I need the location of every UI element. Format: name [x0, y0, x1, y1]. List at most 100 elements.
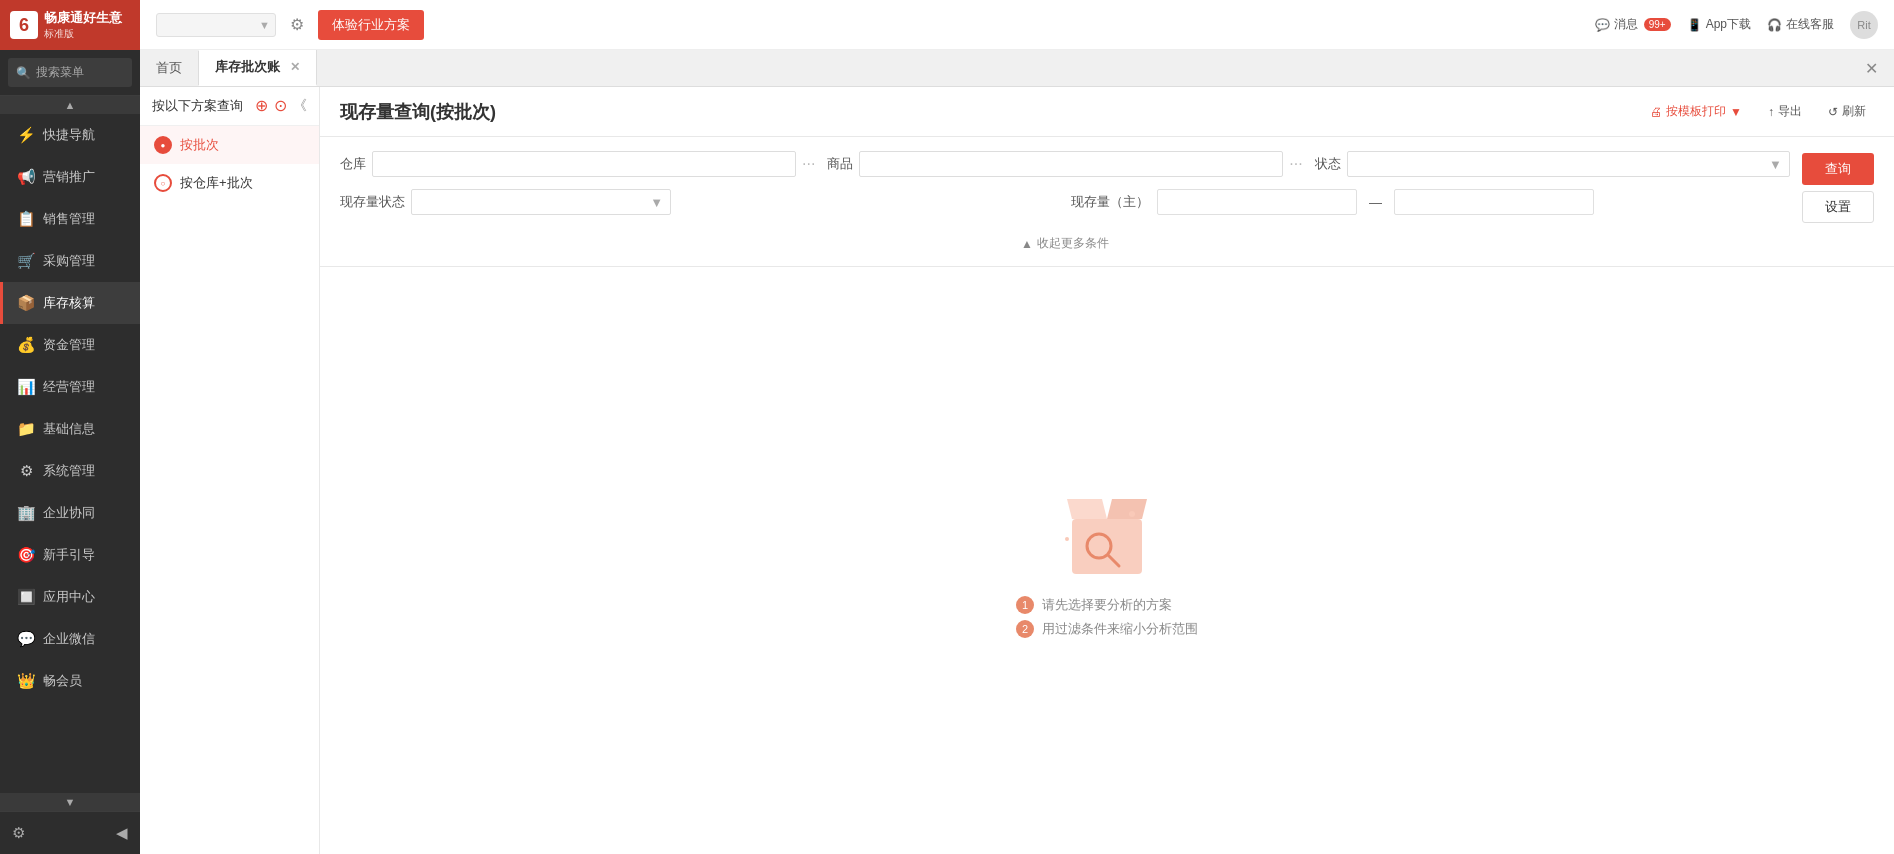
- tab-close-icon[interactable]: ✕: [290, 60, 300, 74]
- inventory-qty-max-input[interactable]: [1394, 189, 1594, 215]
- online-support-label: 在线客服: [1786, 16, 1834, 33]
- sidebar-item-basic[interactable]: 📁 基础信息: [0, 408, 140, 450]
- page-header-actions: 🖨 按模板打印 ▼ ↑ 导出 ↺ 刷新: [1642, 99, 1874, 124]
- gear-icon: ⚙: [290, 16, 304, 33]
- collapse-icon: ▲: [1021, 237, 1033, 251]
- filter-fields: 仓库 ··· 商品 ···: [340, 151, 1790, 252]
- sidebar-header: 6 畅康通好生意 标准版: [0, 0, 140, 50]
- tab-home[interactable]: 首页: [140, 51, 199, 85]
- product-dots[interactable]: ···: [1289, 155, 1302, 173]
- sidebar-item-newbie[interactable]: 🎯 新手引导: [0, 534, 140, 576]
- message-icon: 💬: [1595, 18, 1610, 32]
- step-1-num: 1: [1016, 596, 1034, 614]
- sidebar-collapse-button[interactable]: ◀: [112, 820, 132, 846]
- scheme-gear-icon: ⊙: [274, 97, 287, 114]
- scroll-down-button[interactable]: ▼: [0, 793, 140, 811]
- app-center-icon: 🔲: [17, 588, 35, 606]
- step-1-text: 请先选择要分析的方案: [1042, 596, 1172, 614]
- sidebar-item-enterprise[interactable]: 🏢 企业协同: [0, 492, 140, 534]
- enterprise-icon: 🏢: [17, 504, 35, 522]
- export-button[interactable]: ↑ 导出: [1760, 99, 1810, 124]
- sidebar-item-inventory[interactable]: 📦 库存核算: [0, 282, 140, 324]
- sidebar-item-sales[interactable]: 📋 销售管理: [0, 198, 140, 240]
- empty-illustration: [1047, 484, 1167, 584]
- sidebar-item-wechat[interactable]: 💬 企业微信: [0, 618, 140, 660]
- status-select[interactable]: [1347, 151, 1790, 177]
- scheme-settings-button[interactable]: ⊙: [274, 98, 287, 114]
- sidebar-item-member[interactable]: 👑 畅会员: [0, 660, 140, 702]
- tabs-close-button[interactable]: ✕: [1849, 59, 1894, 78]
- app-download-item[interactable]: 📱 App下载: [1687, 16, 1751, 33]
- refresh-button[interactable]: ↺ 刷新: [1820, 99, 1874, 124]
- trial-button[interactable]: 体验行业方案: [318, 10, 424, 40]
- tab-inventory-batch[interactable]: 库存批次账 ✕: [199, 50, 317, 86]
- sidebar-item-label: 快捷导航: [43, 126, 95, 144]
- topbar-search-input[interactable]: [156, 13, 276, 37]
- brand-title: 畅康通好生意: [44, 10, 122, 27]
- sidebar-item-label: 企业微信: [43, 630, 95, 648]
- marketing-icon: 📢: [17, 168, 35, 186]
- quick-nav-icon: ⚡: [17, 126, 35, 144]
- inventory-status-select-wrap: ▼: [411, 189, 671, 215]
- collapse-more-button[interactable]: ▲ 收起更多条件: [340, 227, 1790, 252]
- left-panel-actions: ⊕ ⊙ 《: [255, 97, 307, 115]
- top-bar: ▼ ⚙ 体验行业方案 💬 消息 99+ 📱 App下载 🎧 在线客服: [140, 0, 1894, 50]
- inventory-status-select[interactable]: [411, 189, 671, 215]
- brand-info: 畅康通好生意 标准版: [44, 10, 122, 40]
- status-field: 状态 ▼: [1315, 151, 1790, 177]
- filter-container: 仓库 ··· 商品 ···: [320, 137, 1894, 267]
- messages-item[interactable]: 💬 消息 99+: [1595, 16, 1671, 33]
- sidebar-item-quick-nav[interactable]: ⚡ 快捷导航: [0, 114, 140, 156]
- sidebar-item-finance[interactable]: 💰 资金管理: [0, 324, 140, 366]
- basic-icon: 📁: [17, 420, 35, 438]
- inventory-qty-min-input[interactable]: [1157, 189, 1357, 215]
- sidebar-item-purchase[interactable]: 🛒 采购管理: [0, 240, 140, 282]
- left-panel-header: 按以下方案查询 ⊕ ⊙ 《: [140, 87, 319, 126]
- product-input[interactable]: [859, 151, 1283, 177]
- scroll-up-button[interactable]: ▲: [0, 96, 140, 114]
- scheme-batch[interactable]: ● 按批次: [140, 126, 319, 164]
- sidebar-item-marketing[interactable]: 📢 营销推广: [0, 156, 140, 198]
- sidebar-item-label: 经营管理: [43, 378, 95, 396]
- sidebar-settings-button[interactable]: ⚙: [8, 820, 29, 846]
- scheme-warehouse-batch[interactable]: ○ 按仓库+批次: [140, 164, 319, 202]
- svg-point-6: [1065, 537, 1069, 541]
- warehouse-label: 仓库: [340, 155, 366, 173]
- content-area: 按以下方案查询 ⊕ ⊙ 《 ● 按批次 ○: [140, 87, 1894, 854]
- print-label: 按模板打印: [1666, 103, 1726, 120]
- user-avatar-item[interactable]: Rit: [1850, 11, 1878, 39]
- newbie-icon: 🎯: [17, 546, 35, 564]
- sidebar-item-label: 采购管理: [43, 252, 95, 270]
- avatar: Rit: [1850, 11, 1878, 39]
- warehouse-dots[interactable]: ···: [802, 155, 815, 173]
- product-ctrl: ···: [859, 151, 1302, 177]
- add-scheme-button[interactable]: ⊕: [255, 98, 268, 114]
- print-dropdown-icon: ▼: [1730, 105, 1742, 119]
- sidebar-item-label: 系统管理: [43, 462, 95, 480]
- empty-instructions: 1 请先选择要分析的方案 2 用过滤条件来缩小分析范围: [1016, 596, 1198, 638]
- filter-row-1: 仓库 ··· 商品 ···: [340, 151, 1790, 177]
- search-menu-button[interactable]: 🔍 搜索菜单: [8, 58, 132, 87]
- panel-collapse-button[interactable]: 《: [293, 97, 307, 115]
- inventory-status-label: 现存量状态: [340, 193, 405, 211]
- scheme-batch-label: 按批次: [180, 136, 219, 154]
- sidebar-item-label: 库存核算: [43, 294, 95, 312]
- online-support-item[interactable]: 🎧 在线客服: [1767, 16, 1834, 33]
- refresh-label: 刷新: [1842, 103, 1866, 120]
- print-button[interactable]: 🖨 按模板打印 ▼: [1642, 99, 1750, 124]
- left-panel-title: 按以下方案查询: [152, 97, 243, 115]
- warehouse-field: 仓库 ···: [340, 151, 815, 177]
- sidebar-item-app-center[interactable]: 🔲 应用中心: [0, 576, 140, 618]
- topbar-gear-button[interactable]: ⚙: [286, 11, 308, 38]
- left-panel: 按以下方案查询 ⊕ ⊙ 《 ● 按批次 ○: [140, 87, 320, 854]
- system-icon: ⚙: [17, 462, 35, 480]
- export-label: 导出: [1778, 103, 1802, 120]
- query-button[interactable]: 查询: [1802, 153, 1874, 185]
- app-download-label: App下载: [1706, 16, 1751, 33]
- sidebar-item-system[interactable]: ⚙ 系统管理: [0, 450, 140, 492]
- warehouse-input[interactable]: [372, 151, 796, 177]
- sidebar-item-label: 企业协同: [43, 504, 95, 522]
- export-icon: ↑: [1768, 105, 1774, 119]
- filter-settings-button[interactable]: 设置: [1802, 191, 1874, 223]
- sidebar-item-operation[interactable]: 📊 经营管理: [0, 366, 140, 408]
